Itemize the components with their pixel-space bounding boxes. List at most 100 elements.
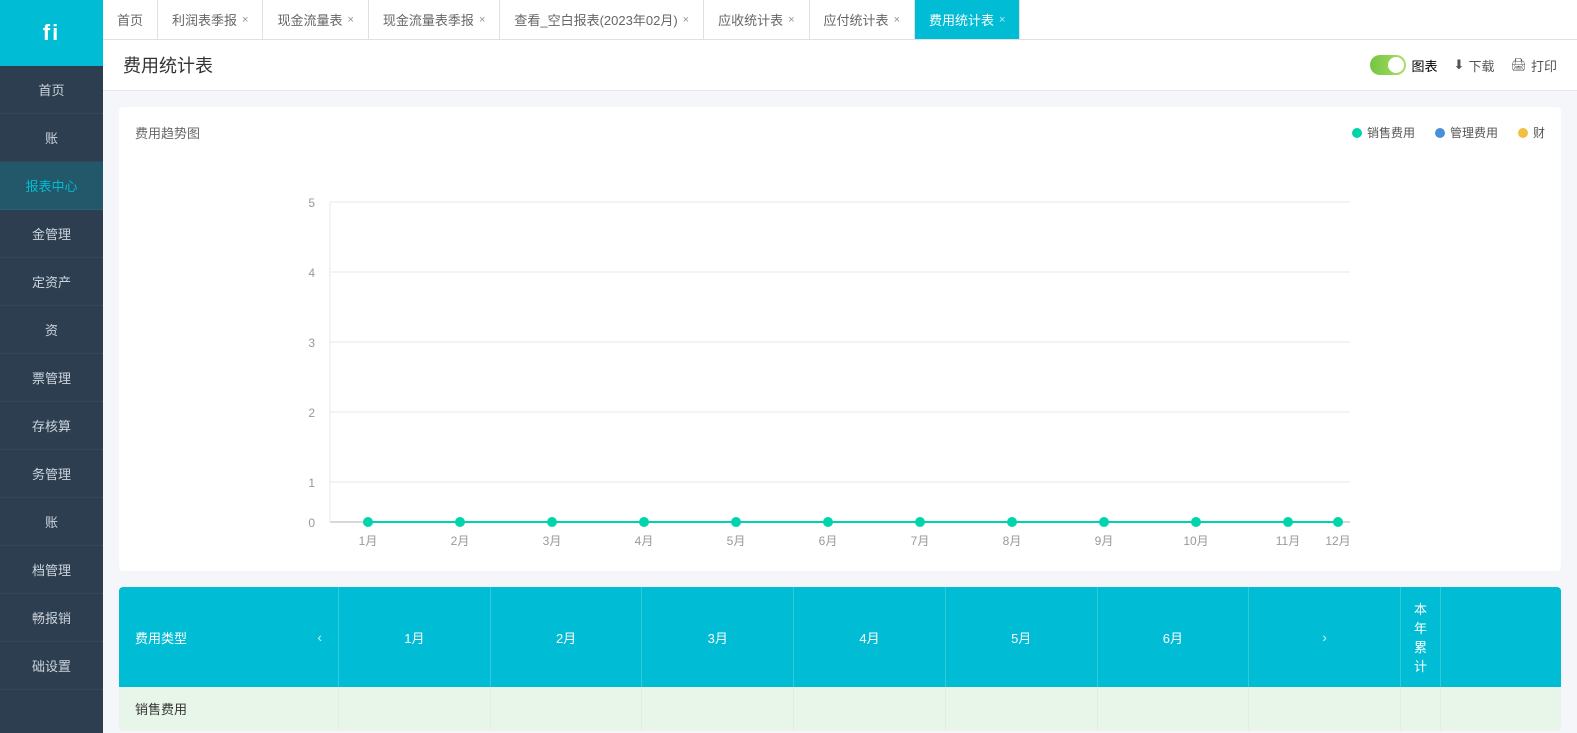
chart-title: 费用趋势图 [135,123,200,142]
tab-payable-label: 应付统计表 [824,10,889,29]
sidebar-item-ledger[interactable]: 账 [0,498,103,546]
print-button[interactable]: 🖨 打印 [1510,56,1557,75]
next-arrow[interactable]: › [1322,629,1327,645]
sidebar-item-archive[interactable]: 档管理 [0,546,103,594]
th-feb: 2月 [491,587,643,687]
tab-blank-close[interactable]: × [683,14,689,26]
td-arrow-spacer [1249,687,1401,730]
sidebar-item-invoice[interactable]: 票管理 [0,354,103,402]
legend-admin-label: 管理费用 [1450,124,1498,141]
th-next-arrow-cell[interactable]: › [1249,587,1401,687]
legend-finance-dot [1518,128,1528,138]
legend-finance: 财 [1518,124,1545,141]
legend-admin-dot [1435,128,1445,138]
download-label: 下载 [1468,56,1494,75]
svg-text:1: 1 [308,476,315,490]
tab-home[interactable]: 首页 [103,0,158,39]
trend-chart: 5 4 3 2 1 0 1月 2月 [135,152,1545,552]
table-row: 销售费用 [119,687,1561,731]
sidebar-item-assets[interactable]: 定资产 [0,258,103,306]
download-button[interactable]: ⬇ 下载 [1454,56,1495,75]
chart-legend: 销售费用 管理费用 财 [1352,124,1545,141]
td-ytd [1401,687,1441,730]
svg-text:7月: 7月 [911,534,930,548]
svg-text:3: 3 [308,336,315,350]
prev-arrow[interactable]: ‹ [317,629,322,645]
svg-text:8月: 8月 [1003,534,1022,548]
tab-bar: 首页 利润表季报 × 现金流量表 × 现金流量表季报 × 查看_空白报表(202… [103,0,1577,40]
chart-header: 费用趋势图 销售费用 管理费用 财 [135,123,1545,142]
th-jun: 6月 [1098,587,1250,687]
th-mar: 3月 [642,587,794,687]
sidebar-item-account[interactable]: 账 [0,114,103,162]
sidebar-item-expense[interactable]: 畅报销 [0,594,103,642]
tab-cashflow-q-close[interactable]: × [479,14,485,26]
tab-expense-stat-close[interactable]: × [999,14,1005,26]
td-mar [642,687,794,730]
svg-text:3月: 3月 [543,534,562,548]
td-jun [1098,687,1250,730]
print-label: 打印 [1531,56,1557,75]
th-may: 5月 [946,587,1098,687]
chart-svg-wrap: 5 4 3 2 1 0 1月 2月 [135,152,1545,555]
svg-text:12月: 12月 [1325,534,1350,548]
tab-receivable-label: 应收统计表 [718,10,783,29]
sidebar-item-finance[interactable]: 金管理 [0,210,103,258]
svg-text:4月: 4月 [635,534,654,548]
sidebar-item-settings[interactable]: 础设置 [0,642,103,690]
page-title: 费用统计表 [123,52,213,78]
svg-text:5: 5 [308,196,315,210]
svg-text:2: 2 [308,406,315,420]
tab-cashflow-close[interactable]: × [347,14,353,26]
tab-receivable[interactable]: 应收统计表 × [704,0,809,39]
sidebar-item-inventory[interactable]: 存核算 [0,402,103,450]
chart-toggle[interactable] [1370,55,1406,75]
tab-payable[interactable]: 应付统计表 × [810,0,915,39]
svg-text:9月: 9月 [1095,534,1114,548]
legend-finance-label: 财 [1533,124,1545,141]
td-type: 销售费用 [119,687,339,730]
svg-text:0: 0 [308,516,315,530]
th-type: 费用类型 ‹ [119,587,339,687]
tab-profit-label: 利润表季报 [172,10,237,29]
page-header: 费用统计表 图表 ⬇ 下载 🖨 打印 [103,40,1577,91]
tab-payable-close[interactable]: × [894,14,900,26]
legend-admin: 管理费用 [1435,124,1498,141]
svg-text:1月: 1月 [359,534,378,548]
table-section: 费用类型 ‹ 1月 2月 3月 4月 5月 6月 › 本年累计 销售费用 [119,587,1561,731]
print-icon: 🖨 [1510,57,1527,73]
svg-text:4: 4 [308,266,315,280]
td-feb [491,687,643,730]
svg-text:2月: 2月 [451,534,470,548]
tab-blank[interactable]: 查看_空白报表(2023年02月) × [500,0,704,39]
svg-text:5月: 5月 [727,534,746,548]
td-jan [339,687,491,730]
th-jan: 1月 [339,587,491,687]
table-header-row: 费用类型 ‹ 1月 2月 3月 4月 5月 6月 › 本年累计 [119,587,1561,687]
tab-expense-stat[interactable]: 费用统计表 × [915,0,1020,39]
legend-sales: 销售费用 [1352,124,1415,141]
main-panel: 首页 利润表季报 × 现金流量表 × 现金流量表季报 × 查看_空白报表(202… [103,0,1577,733]
header-actions: 图表 ⬇ 下载 🖨 打印 [1370,55,1557,75]
tab-profit[interactable]: 利润表季报 × [158,0,263,39]
tab-cashflow-q-label: 现金流量表季报 [383,10,474,29]
sidebar-item-home[interactable]: 首页 [0,66,103,114]
download-icon: ⬇ [1454,57,1465,73]
tab-cashflow[interactable]: 现金流量表 × [263,0,368,39]
tab-blank-label: 查看_空白报表(2023年02月) [514,10,677,29]
sidebar-logo: fi [0,0,103,66]
svg-text:11月: 11月 [1276,534,1300,548]
th-type-label: 费用类型 [135,628,187,647]
sidebar-item-report[interactable]: 报表中心 [0,162,103,210]
svg-text:10月: 10月 [1183,534,1208,548]
chart-card: 费用趋势图 销售费用 管理费用 财 [119,107,1561,571]
tab-home-label: 首页 [117,10,143,29]
tab-receivable-close[interactable]: × [788,14,794,26]
tab-expense-stat-label: 费用统计表 [929,10,994,29]
sidebar-item-business[interactable]: 务管理 [0,450,103,498]
tab-cashflow-q[interactable]: 现金流量表季报 × [369,0,500,39]
sidebar-item-resource[interactable]: 资 [0,306,103,354]
chart-toggle-wrap: 图表 [1370,55,1438,75]
tab-profit-close[interactable]: × [242,14,248,26]
td-apr [794,687,946,730]
